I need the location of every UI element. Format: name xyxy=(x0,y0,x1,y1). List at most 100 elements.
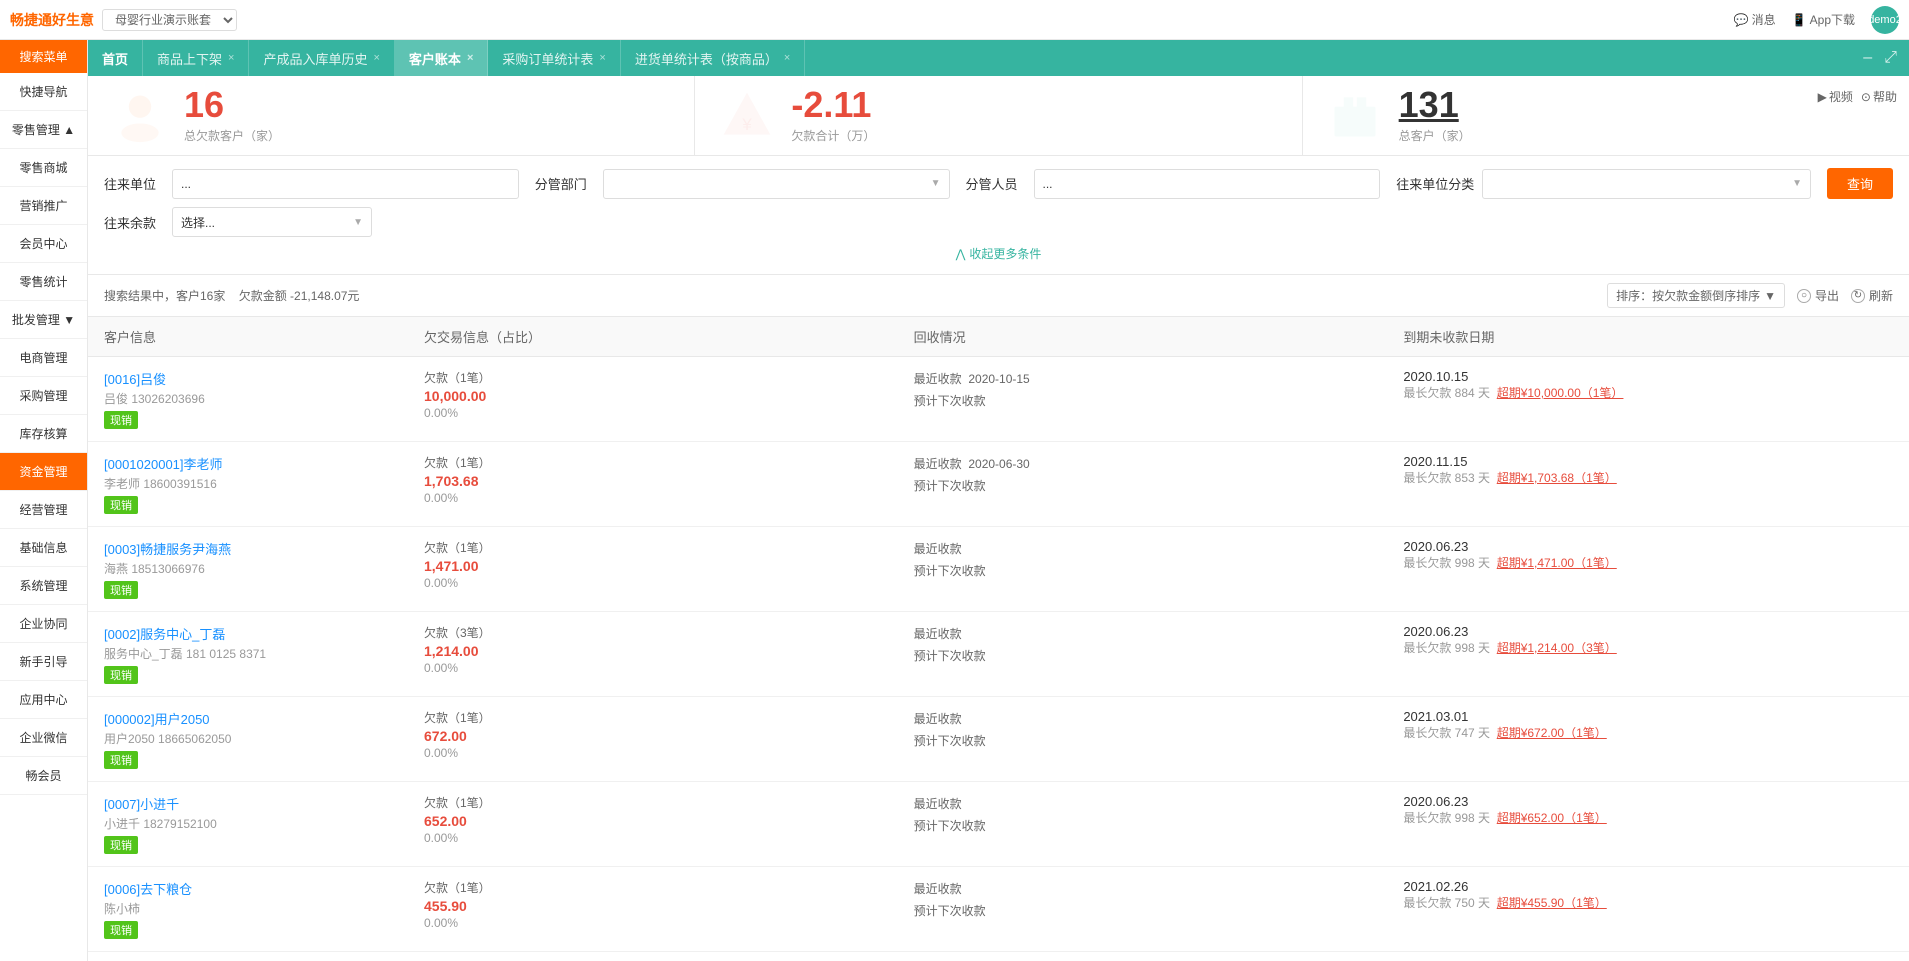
customer-tag-2: 现销 xyxy=(104,496,138,514)
sidebar-item-enterprise[interactable]: 企业协同 xyxy=(0,605,87,643)
tab-close-purchase-order[interactable]: × xyxy=(599,52,605,64)
sidebar-item-finance[interactable]: 资金管理 xyxy=(0,453,87,491)
tab-maximize-btn[interactable]: ⤢ xyxy=(1880,47,1901,69)
balance-placeholder: 选择... xyxy=(181,214,215,231)
customer-name-7[interactable]: [0006]去下粮仓 xyxy=(104,882,192,897)
overdue-link-3[interactable]: 超期¥1,471.00（1笔） xyxy=(1497,556,1617,570)
sidebar-item-vip[interactable]: 畅会员 xyxy=(0,757,87,795)
due-date-cell-3: 2020.06.23 最长欠款 998 天 超期¥1,471.00（1笔） xyxy=(1403,539,1893,571)
result-bar-right: 排序：按欠款金额倒序排序 ▼ ○ 导出 ↻ 刷新 xyxy=(1607,283,1893,308)
sidebar-item-retail-mgmt[interactable]: 零售管理 ▲ xyxy=(0,111,87,149)
customer-name-1[interactable]: [0016]吕俊 xyxy=(104,372,166,387)
debt-amount-label: 欠款合计（万） xyxy=(791,127,875,144)
overdue-link-2[interactable]: 超期¥1,703.68（1笔） xyxy=(1497,471,1617,485)
stat-block-debt-amount: ¥ -2.11 欠款合计（万） xyxy=(695,76,1302,155)
collapse-button[interactable]: ⋀ 收起更多条件 xyxy=(104,245,1893,262)
sidebar-item-ecommerce[interactable]: 电商管理 xyxy=(0,339,87,377)
sidebar-item-retail-mall[interactable]: 零售商城 xyxy=(0,149,87,187)
customer-name-3[interactable]: [0003]畅捷服务尹海燕 xyxy=(104,542,231,557)
table-row: [000002]用户2050 用户2050 18665062050 现销 欠款（… xyxy=(88,697,1909,782)
unit-category-select[interactable]: ▼ xyxy=(1482,169,1811,199)
due-date-cell-1: 2020.10.15 最长欠款 884 天 超期¥10,000.00（1笔） xyxy=(1403,369,1893,401)
sidebar-item-member[interactable]: 会员中心 xyxy=(0,225,87,263)
overdue-info-6: 最长欠款 998 天 超期¥652.00（1笔） xyxy=(1403,809,1893,826)
tab-stock-stats[interactable]: 进货单统计表（按商品） × xyxy=(621,40,805,76)
tab-product-history[interactable]: 产成品入库单历史 × xyxy=(249,40,394,76)
dept-select[interactable]: ▼ xyxy=(603,169,950,199)
debt-amount-7: 455.90 xyxy=(424,898,914,914)
customer-name-6[interactable]: [0007]小进千 xyxy=(104,797,179,812)
search-button[interactable]: 查询 xyxy=(1827,168,1893,199)
help-action[interactable]: ⊙ 帮助 xyxy=(1861,88,1897,105)
table-row: [0003]畅捷服务尹海燕 海燕 18513066976 现销 欠款（1笔） 1… xyxy=(88,527,1909,612)
tab-minimize-btn[interactable]: – xyxy=(1859,47,1876,69)
customer-info-cell-7: [0006]去下粮仓 陈小柿 现销 xyxy=(104,879,424,939)
overdue-link-6[interactable]: 超期¥652.00（1笔） xyxy=(1497,811,1607,825)
tab-product-off[interactable]: 商品上下架 × xyxy=(143,40,249,76)
col-customer-info: 客户信息 xyxy=(104,327,424,346)
sidebar-item-quick-nav[interactable]: 快捷导航 xyxy=(0,73,87,111)
sidebar-item-business[interactable]: 经营管理 xyxy=(0,491,87,529)
debt-count-5: 欠款（1笔） xyxy=(424,709,914,726)
message-icon: 💬 xyxy=(1734,13,1749,27)
logo-area: 畅捷通好生意 xyxy=(10,10,94,30)
debt-info-cell-4: 欠款（3笔） 1,214.00 0.00% xyxy=(424,624,914,675)
avatar[interactable]: demo2 xyxy=(1871,6,1899,34)
refresh-button[interactable]: ↻ 刷新 xyxy=(1851,287,1893,304)
app-download-action[interactable]: 📱 App下载 xyxy=(1792,11,1855,28)
filter-from-unit: 往来单位 ... xyxy=(104,169,519,199)
overdue-link-1[interactable]: 超期¥10,000.00（1笔） xyxy=(1497,386,1624,400)
unit-category-label: 往来单位分类 xyxy=(1396,174,1474,193)
sidebar-item-retail-stats[interactable]: 零售统计 xyxy=(0,263,87,301)
customer-tag-3: 现销 xyxy=(104,581,138,599)
tab-close-stock-stats[interactable]: × xyxy=(784,52,790,64)
customer-name-2[interactable]: [0001020001]李老师 xyxy=(104,457,223,472)
export-button[interactable]: ○ 导出 xyxy=(1797,287,1839,304)
customer-info-cell-2: [0001020001]李老师 李老师 18600391516 现销 xyxy=(104,454,424,514)
sidebar-item-basic-info[interactable]: 基础信息 xyxy=(0,529,87,567)
due-date-cell-7: 2021.02.26 最长欠款 750 天 超期¥455.90（1笔） xyxy=(1403,879,1893,911)
overdue-info-3: 最长欠款 998 天 超期¥1,471.00（1笔） xyxy=(1403,554,1893,571)
tab-close-customer-account[interactable]: × xyxy=(467,52,473,64)
customer-name-5[interactable]: [000002]用户2050 xyxy=(104,712,210,727)
customer-tag-4: 现销 xyxy=(104,666,138,684)
sidebar-item-app-center[interactable]: 应用中心 xyxy=(0,681,87,719)
debt-percent-5: 0.00% xyxy=(424,746,914,760)
sidebar-item-system[interactable]: 系统管理 xyxy=(0,567,87,605)
stats-bar: 16 总欠款客户（家） ¥ -2.11 欠 xyxy=(88,76,1909,156)
debt-count-6: 欠款（1笔） xyxy=(424,794,914,811)
sidebar-item-newbie[interactable]: 新手引导 xyxy=(0,643,87,681)
video-action[interactable]: ▶ 视频 xyxy=(1818,88,1853,105)
debt-info-cell-2: 欠款（1笔） 1,703.68 0.00% xyxy=(424,454,914,505)
due-date-6: 2020.06.23 xyxy=(1403,794,1893,809)
collection-cell-4: 最近收款 预计下次收款 xyxy=(914,624,1404,667)
industry-selector[interactable]: 母婴行业演示账套 xyxy=(102,9,237,31)
tab-home[interactable]: 首页 xyxy=(88,40,143,76)
tab-close-product-off[interactable]: × xyxy=(228,52,234,64)
overdue-link-5[interactable]: 超期¥672.00（1笔） xyxy=(1497,726,1607,740)
debt-info-cell-5: 欠款（1笔） 672.00 0.00% xyxy=(424,709,914,760)
customer-contact-4: 服务中心_丁磊 181 0125 8371 xyxy=(104,645,424,662)
person-input[interactable]: ... xyxy=(1034,169,1381,199)
sidebar-item-inventory[interactable]: 库存核算 xyxy=(0,415,87,453)
sidebar-item-batch-mgmt[interactable]: 批发管理 ▼ xyxy=(0,301,87,339)
sidebar-item-purchase[interactable]: 采购管理 xyxy=(0,377,87,415)
sidebar-item-wechat[interactable]: 企业微信 xyxy=(0,719,87,757)
tab-close-product-history[interactable]: × xyxy=(373,52,379,64)
tab-purchase-order[interactable]: 采购订单统计表 × xyxy=(488,40,620,76)
customer-name-4[interactable]: [0002]服务中心_丁磊 xyxy=(104,627,225,642)
col-debt-info: 欠交易信息（占比） xyxy=(424,327,914,346)
balance-select[interactable]: 选择... ▼ xyxy=(172,207,372,237)
from-unit-input[interactable]: ... xyxy=(172,169,519,199)
sidebar-search[interactable]: 搜索菜单 xyxy=(0,40,87,73)
overdue-link-7[interactable]: 超期¥455.90（1笔） xyxy=(1497,896,1607,910)
tab-customer-account[interactable]: 客户账本 × xyxy=(395,40,488,76)
overdue-link-4[interactable]: 超期¥1,214.00（3笔） xyxy=(1497,641,1617,655)
customer-contact-6: 小进千 18279152100 xyxy=(104,815,424,832)
debt-amount-number: -2.11 xyxy=(791,87,875,123)
filter-unit-category: 往来单位分类 ▼ xyxy=(1396,169,1811,199)
message-action[interactable]: 💬 消息 xyxy=(1734,11,1776,28)
sidebar-item-marketing[interactable]: 营销推广 xyxy=(0,187,87,225)
sort-selector[interactable]: 排序：按欠款金额倒序排序 ▼ xyxy=(1607,283,1785,308)
customer-contact-3: 海燕 18513066976 xyxy=(104,560,424,577)
